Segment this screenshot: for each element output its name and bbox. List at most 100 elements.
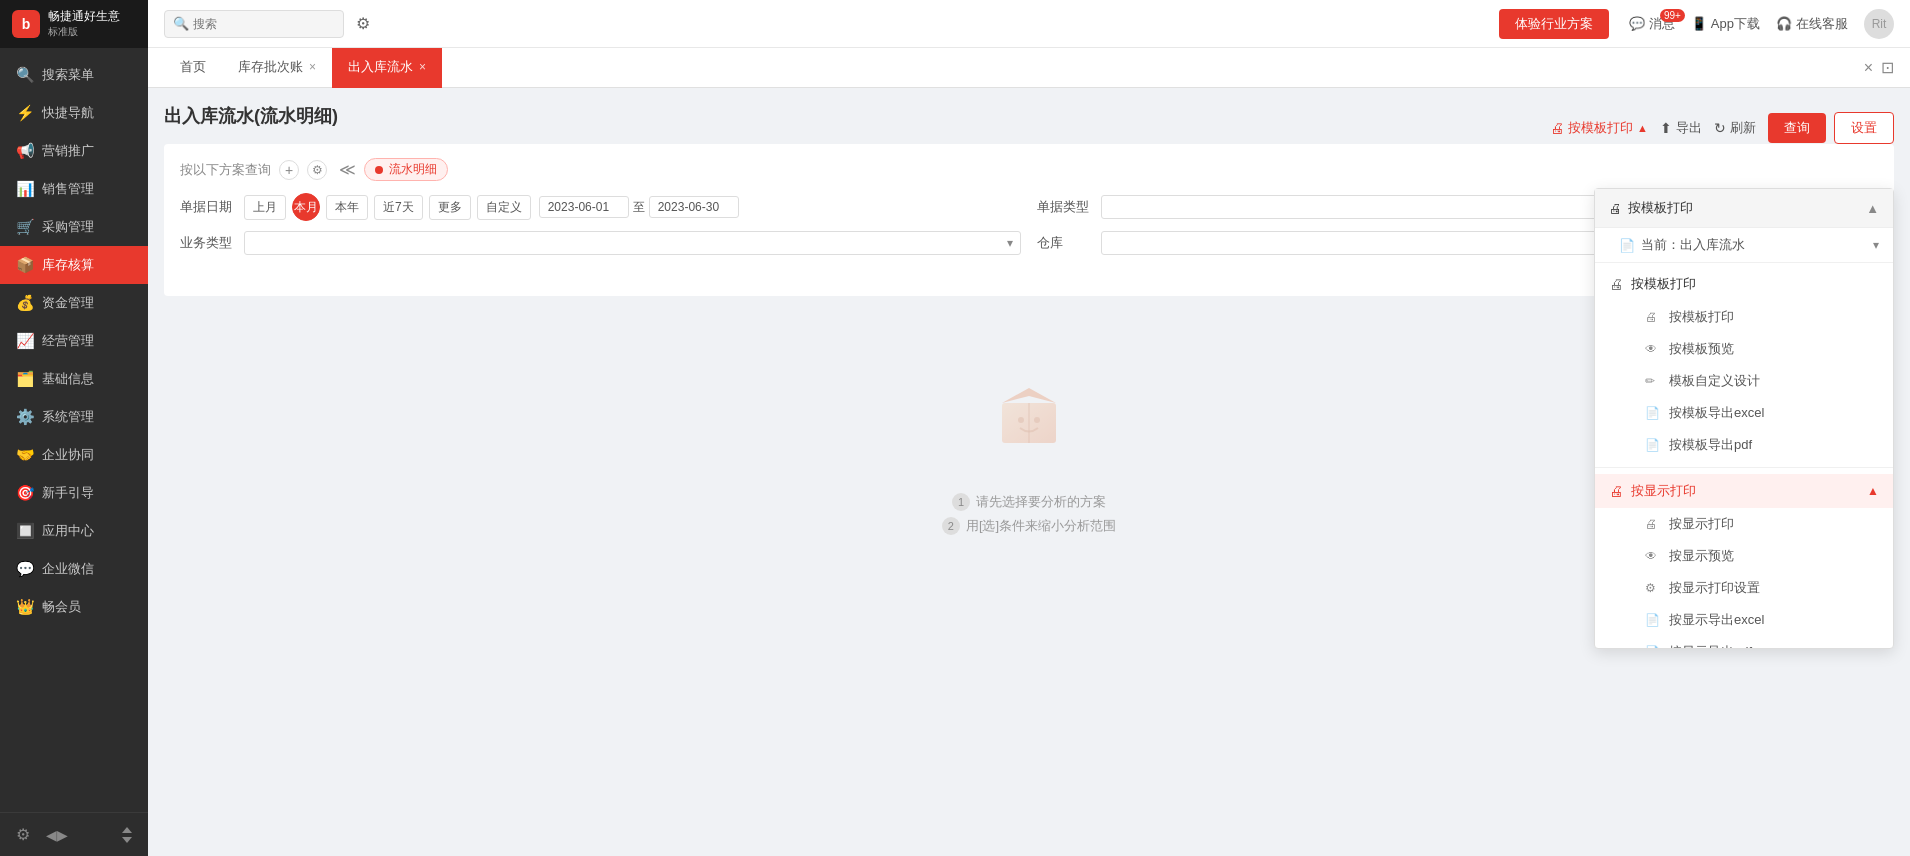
date-btn-custom[interactable]: 自定义 bbox=[477, 195, 531, 220]
template-export-excel-item[interactable]: 📄 按模板导出excel bbox=[1595, 397, 1893, 429]
topbar-settings-btn[interactable]: ⚙ bbox=[356, 14, 370, 33]
date-btn-more[interactable]: 更多 bbox=[429, 195, 471, 220]
tab-flow-close[interactable]: × bbox=[419, 60, 426, 74]
empty-tip-2: 2 用[选]条件来缩小分析范围 bbox=[942, 517, 1116, 535]
template-preview-item[interactable]: 👁 按模板预览 bbox=[1595, 333, 1893, 365]
tab-flow[interactable]: 出入库流水 × bbox=[332, 48, 442, 88]
page-content: 出入库流水(流水明细) 按以下方案查询 + ⚙ ≪ 流水明细 单据日期 bbox=[148, 88, 1910, 856]
export-toolbar-btn[interactable]: ⬆ 导出 bbox=[1660, 119, 1702, 137]
message-icon: 💬 bbox=[1629, 16, 1645, 31]
template-print-section-icon: 🖨 bbox=[1609, 276, 1623, 292]
dropdown-expand-icon[interactable]: ▲ bbox=[1866, 201, 1879, 216]
doctype-label: 单据类型 bbox=[1037, 198, 1093, 216]
sidebar-item-label: 新手引导 bbox=[42, 484, 94, 502]
settings-button[interactable]: 设置 bbox=[1834, 112, 1894, 144]
tip-text-1: 请先选择要分析的方案 bbox=[976, 493, 1106, 511]
sidebar-item-sales[interactable]: 📊 销售管理 bbox=[0, 170, 148, 208]
sidebar-collapse-icon[interactable]: ◀▶ bbox=[46, 827, 68, 843]
filter-tag: 流水明细 bbox=[364, 158, 448, 181]
print-template-icon: 🖨 bbox=[1550, 120, 1564, 136]
sidebar-item-label: 畅会员 bbox=[42, 598, 81, 616]
tab-batch-account-close[interactable]: × bbox=[309, 60, 316, 74]
svg-point-3 bbox=[1018, 417, 1024, 423]
display-print-settings-item[interactable]: ⚙ 按显示打印设置 bbox=[1595, 572, 1893, 604]
sidebar-item-app-center[interactable]: 🔲 应用中心 bbox=[0, 512, 148, 550]
online-service-action[interactable]: 🎧 在线客服 bbox=[1776, 15, 1848, 33]
app-center-icon: 🔲 bbox=[16, 522, 34, 540]
sidebar-item-operations[interactable]: 📈 经营管理 bbox=[0, 322, 148, 360]
sidebar-item-collab[interactable]: 🤝 企业协同 bbox=[0, 436, 148, 474]
sidebar-scroll-up[interactable] bbox=[122, 827, 132, 833]
export-pdf-icon: 📄 bbox=[1645, 438, 1659, 452]
empty-svg bbox=[984, 368, 1074, 458]
display-preview-item[interactable]: 👁 按显示预览 bbox=[1595, 540, 1893, 572]
sidebar-item-finance[interactable]: 💰 资金管理 bbox=[0, 284, 148, 322]
current-template-info: 📄 当前：出入库流水 bbox=[1619, 236, 1745, 254]
custom-item-icon: ✏ bbox=[1645, 374, 1659, 388]
collab-icon: 🤝 bbox=[16, 446, 34, 464]
sidebar-item-vip[interactable]: 👑 畅会员 bbox=[0, 588, 148, 626]
tab-home[interactable]: 首页 bbox=[164, 48, 222, 88]
date-start-input[interactable] bbox=[539, 196, 629, 218]
sidebar-item-basic[interactable]: 🗂️ 基础信息 bbox=[0, 360, 148, 398]
tab-batch-account[interactable]: 库存批次账 × bbox=[222, 48, 332, 88]
sidebar-item-purchase[interactable]: 🛒 采购管理 bbox=[0, 208, 148, 246]
window-minimize-btn[interactable]: × bbox=[1864, 59, 1873, 77]
template-custom-item[interactable]: ✏ 模板自定义设计 bbox=[1595, 365, 1893, 397]
sidebar-settings-icon[interactable]: ⚙ bbox=[16, 825, 30, 844]
display-print-section-header[interactable]: 🖨 按显示打印 ▲ bbox=[1595, 474, 1893, 508]
operations-icon: 📈 bbox=[16, 332, 34, 350]
biz-select[interactable] bbox=[244, 231, 1021, 255]
tab-home-label: 首页 bbox=[180, 58, 206, 76]
current-template-row[interactable]: 📄 当前：出入库流水 ▾ bbox=[1595, 228, 1893, 263]
sidebar-item-label: 采购管理 bbox=[42, 218, 94, 236]
system-icon: ⚙️ bbox=[16, 408, 34, 426]
sidebar-item-label: 经营管理 bbox=[42, 332, 94, 350]
sidebar-item-inventory[interactable]: 📦 库存核算 bbox=[0, 246, 148, 284]
filter-collapse-button[interactable]: ≪ bbox=[339, 160, 356, 179]
display-export-pdf-item[interactable]: 📄 按显示导出pdf bbox=[1595, 636, 1893, 648]
sidebar-item-search[interactable]: 🔍 搜索菜单 bbox=[0, 56, 148, 94]
topbar-search-input[interactable] bbox=[193, 17, 313, 31]
biz-select-wrap bbox=[244, 231, 1021, 255]
headset-icon: 🎧 bbox=[1776, 16, 1792, 31]
query-button[interactable]: 查询 bbox=[1768, 113, 1826, 143]
topbar-search-icon: 🔍 bbox=[173, 16, 189, 31]
refresh-icon: ↻ bbox=[1714, 120, 1726, 136]
filter-add-button[interactable]: + bbox=[279, 160, 299, 180]
sidebar-scroll-down[interactable] bbox=[122, 837, 132, 843]
sidebar-item-marketing[interactable]: 📢 营销推广 bbox=[0, 132, 148, 170]
template-print-section-header[interactable]: 🖨 按模板打印 bbox=[1595, 267, 1893, 301]
filter-settings-button[interactable]: ⚙ bbox=[307, 160, 327, 180]
topbar-search-box[interactable]: 🔍 bbox=[164, 10, 344, 38]
refresh-toolbar-btn[interactable]: ↻ 刷新 bbox=[1714, 119, 1756, 137]
template-export-pdf-label: 按模板导出pdf bbox=[1669, 436, 1752, 454]
template-print-section: 🖨 按模板打印 🖨 按模板打印 👁 按模板预览 bbox=[1595, 263, 1893, 465]
display-print-section-icon: 🖨 bbox=[1609, 483, 1623, 499]
date-btn-current-year[interactable]: 本年 bbox=[326, 195, 368, 220]
date-end-input[interactable] bbox=[649, 196, 739, 218]
template-export-pdf-item[interactable]: 📄 按模板导出pdf bbox=[1595, 429, 1893, 461]
sidebar-item-quick-nav[interactable]: ⚡ 快捷导航 bbox=[0, 94, 148, 132]
user-avatar[interactable]: Rit bbox=[1864, 9, 1894, 39]
tip-text-2: 用[选]条件来缩小分析范围 bbox=[966, 517, 1116, 535]
sidebar-item-system[interactable]: ⚙️ 系统管理 bbox=[0, 398, 148, 436]
sidebar-item-wechat[interactable]: 💬 企业微信 bbox=[0, 550, 148, 588]
display-print-item[interactable]: 🖨 按显示打印 bbox=[1595, 508, 1893, 540]
date-btn-last-month[interactable]: 上月 bbox=[244, 195, 286, 220]
template-print-item[interactable]: 🖨 按模板打印 bbox=[1595, 301, 1893, 333]
sidebar-item-label: 应用中心 bbox=[42, 522, 94, 540]
date-btn-7days[interactable]: 近7天 bbox=[374, 195, 423, 220]
industry-solution-button[interactable]: 体验行业方案 bbox=[1499, 9, 1609, 39]
window-maximize-btn[interactable]: ⊡ bbox=[1881, 58, 1894, 77]
print-template-toolbar-btn[interactable]: 🖨 按模板打印 ▲ bbox=[1550, 119, 1648, 137]
display-export-excel-item[interactable]: 📄 按显示导出excel bbox=[1595, 604, 1893, 636]
filter-date-field: 单据日期 上月 本月 本年 近7天 更多 自定义 至 bbox=[180, 193, 1021, 221]
sidebar-item-label: 快捷导航 bbox=[42, 104, 94, 122]
app-download-action[interactable]: 📱 App下载 bbox=[1691, 15, 1760, 33]
date-btn-current-month[interactable]: 本月 bbox=[292, 193, 320, 221]
current-template-label: 当前：出入库流水 bbox=[1641, 236, 1745, 254]
display-export-excel-icon: 📄 bbox=[1645, 613, 1659, 627]
message-action[interactable]: 💬 消息 99+ bbox=[1629, 15, 1675, 33]
sidebar-item-guide[interactable]: 🎯 新手引导 bbox=[0, 474, 148, 512]
